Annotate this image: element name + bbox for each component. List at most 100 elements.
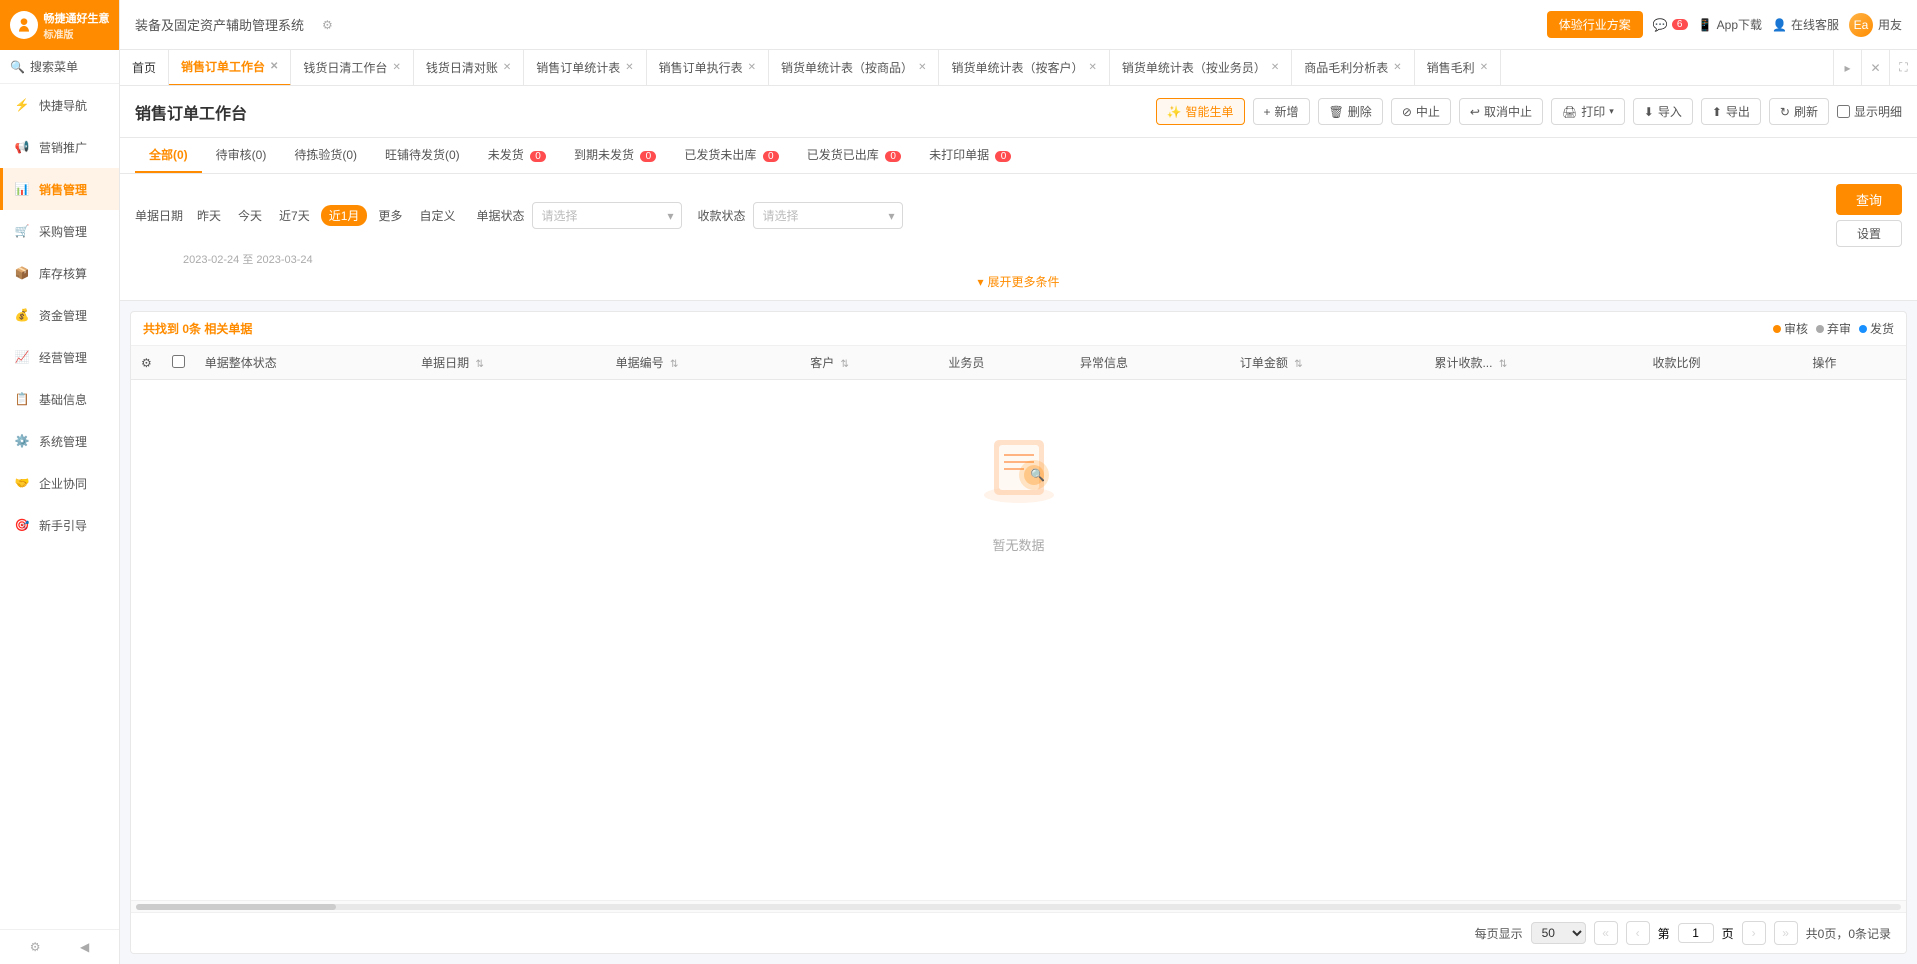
- date-filter-label: 单据日期: [135, 207, 183, 224]
- page-input[interactable]: [1678, 923, 1714, 943]
- pause-btn[interactable]: ⊘ 中止: [1391, 98, 1451, 125]
- date-yesterday[interactable]: 昨天: [191, 205, 227, 226]
- col-date[interactable]: 单据日期 ⇅: [411, 346, 606, 380]
- sub-tab-shipped-out[interactable]: 已发货已出库 0: [793, 138, 915, 173]
- message-btn[interactable]: 💬 6: [1653, 18, 1688, 32]
- sidebar-item-marketing[interactable]: 📢 营销推广: [0, 126, 119, 168]
- tab-sales-stats[interactable]: 销售订单统计表 ✕: [524, 50, 646, 86]
- prev-page-btn[interactable]: ‹: [1626, 921, 1650, 945]
- scrollbar-thumb[interactable]: [136, 904, 336, 910]
- first-page-btn[interactable]: «: [1594, 921, 1618, 945]
- gross-margin-close-icon[interactable]: ✕: [1393, 62, 1401, 73]
- tab-sales-exec[interactable]: 销售订单执行表 ✕: [647, 50, 769, 86]
- date-custom[interactable]: 自定义: [413, 205, 461, 226]
- sidebar-item-basic[interactable]: 📋 基础信息: [0, 378, 119, 420]
- user-area[interactable]: Ea 用友: [1849, 13, 1902, 37]
- cash-daily-close-icon[interactable]: ✕: [392, 62, 400, 73]
- show-detail-toggle[interactable]: 显示明细: [1837, 103, 1902, 120]
- tab-sales-by-customer[interactable]: 销货单统计表（按客户） ✕: [939, 50, 1109, 86]
- select-all-checkbox[interactable]: [172, 355, 185, 368]
- cancel-pause-btn[interactable]: ↩ 取消中止: [1459, 98, 1543, 125]
- smart-generate-btn[interactable]: ✨ 智能生单: [1156, 98, 1245, 125]
- col-settings[interactable]: ⚙: [131, 346, 162, 380]
- sub-tab-all[interactable]: 全部(0): [135, 138, 202, 173]
- sub-tab-pending-check[interactable]: 待拣验货(0): [280, 138, 371, 173]
- sales-stats-close-icon[interactable]: ✕: [625, 62, 633, 73]
- sub-tab-overdue-ship[interactable]: 到期未发货 0: [560, 138, 670, 173]
- date-today[interactable]: 今天: [232, 205, 268, 226]
- sub-tab-pending-review[interactable]: 待审核(0): [202, 138, 281, 173]
- tab-close-all-btn[interactable]: ✕: [1861, 50, 1889, 86]
- sales-exec-close-icon[interactable]: ✕: [748, 62, 756, 73]
- sales-product-close-icon[interactable]: ✕: [918, 62, 926, 73]
- tab-gross-margin[interactable]: 商品毛利分析表 ✕: [1292, 50, 1414, 86]
- expand-btn-label: 展开更多条件: [988, 273, 1060, 290]
- sidebar-item-operations[interactable]: 📈 经营管理: [0, 336, 119, 378]
- delete-btn[interactable]: 🗑 删除: [1318, 98, 1383, 125]
- col-customer-sort-icon: ⇅: [841, 359, 849, 370]
- next-page-btn[interactable]: ›: [1742, 921, 1766, 945]
- sub-tab-not-printed[interactable]: 未打印单据 0: [915, 138, 1025, 173]
- payment-select[interactable]: 请选择 ▾: [753, 202, 903, 229]
- col-number[interactable]: 单据编号 ⇅: [606, 346, 801, 380]
- last-page-btn[interactable]: »: [1774, 921, 1798, 945]
- date-1month[interactable]: 近1月: [321, 205, 368, 226]
- add-btn-label: 新增: [1275, 103, 1299, 120]
- sidebar-item-inventory[interactable]: 📦 库存核算: [0, 252, 119, 294]
- tab-sales-by-product[interactable]: 销货单统计表（按商品） ✕: [769, 50, 939, 86]
- industry-btn[interactable]: 体验行业方案: [1547, 11, 1643, 38]
- sidebar-settings-btn[interactable]: ⚙: [30, 940, 41, 954]
- tab-home[interactable]: 首页: [120, 50, 169, 86]
- settings-icon-header[interactable]: ⚙: [322, 18, 333, 32]
- sub-tab-not-shipped[interactable]: 未发货 0: [474, 138, 560, 173]
- col-amount[interactable]: 订单金额 ⇅: [1230, 346, 1425, 380]
- sidebar-item-system[interactable]: ⚙️ 系统管理: [0, 420, 119, 462]
- status-select[interactable]: 请选择 ▾: [532, 202, 682, 229]
- query-btn[interactable]: 查询: [1836, 184, 1902, 215]
- expand-conditions-btn[interactable]: ▾ 展开更多条件: [977, 273, 1059, 290]
- app-download-btn[interactable]: 📱 App下载: [1698, 16, 1762, 33]
- online-service-btn[interactable]: 👤 在线客服: [1772, 16, 1839, 33]
- sales-workbench-close-icon[interactable]: ✕: [270, 61, 278, 72]
- table-scroll[interactable]: ⚙ 单据整体状态 单据日期 ⇅ 单据编号 ⇅: [131, 346, 1906, 900]
- sidebar-item-search[interactable]: 🔍 搜索菜单: [0, 50, 119, 84]
- show-detail-checkbox[interactable]: [1837, 105, 1850, 118]
- col-customer[interactable]: 客户 ⇅: [800, 346, 938, 380]
- sidebar-item-finance[interactable]: 💰 资金管理: [0, 294, 119, 336]
- page-size-select[interactable]: 50 20 100: [1531, 922, 1586, 944]
- date-more[interactable]: 更多: [372, 205, 408, 226]
- tab-cash-reconcile[interactable]: 钱货日清对账 ✕: [414, 50, 524, 86]
- refresh-btn[interactable]: ↻ 刷新: [1769, 98, 1829, 125]
- tab-cash-daily[interactable]: 钱货日清工作台 ✕: [291, 50, 413, 86]
- tab-fullscreen-btn[interactable]: ⛶: [1889, 50, 1917, 86]
- sidebar-quicknav-label: 快捷导航: [39, 97, 87, 114]
- tab-sales-by-staff[interactable]: 销货单统计表（按业务员） ✕: [1110, 50, 1292, 86]
- export-btn[interactable]: ⬆ 导出: [1701, 98, 1761, 125]
- sidebar-collapse-btn[interactable]: ◀: [80, 940, 89, 954]
- print-btn[interactable]: 🖨 打印 ▾: [1551, 98, 1625, 125]
- add-btn[interactable]: + 新增: [1253, 98, 1310, 125]
- filter-setting-btn[interactable]: 设置: [1836, 220, 1902, 247]
- review-action-btn[interactable]: 审核: [1773, 320, 1808, 337]
- sidebar-item-enterprise[interactable]: 🤝 企业协同: [0, 462, 119, 504]
- horizontal-scrollbar[interactable]: [131, 900, 1906, 912]
- tab-sales-workbench[interactable]: 销售订单工作台 ✕: [169, 50, 291, 86]
- sales-more-close-icon[interactable]: ✕: [1480, 62, 1488, 73]
- ship-action-btn[interactable]: 发货: [1859, 320, 1894, 337]
- import-btn[interactable]: ⬇ 导入: [1633, 98, 1693, 125]
- sidebar-item-sales[interactable]: 📊 销售管理: [0, 168, 119, 210]
- sub-tab-wangpu[interactable]: 旺铺待发货(0): [371, 138, 474, 173]
- sidebar-item-purchase[interactable]: 🛒 采购管理: [0, 210, 119, 252]
- sales-staff-close-icon[interactable]: ✕: [1271, 62, 1279, 73]
- tab-sales-more[interactable]: 销售毛利 ✕: [1415, 50, 1501, 86]
- cash-reconcile-close-icon[interactable]: ✕: [503, 62, 511, 73]
- sidebar-item-guide[interactable]: 🎯 新手引导: [0, 504, 119, 546]
- print-dropdown-icon: ▾: [1609, 106, 1614, 117]
- anti-review-action-btn[interactable]: 弃审: [1816, 320, 1851, 337]
- col-collected[interactable]: 累计收款... ⇅: [1424, 346, 1642, 380]
- sidebar-item-quicknav[interactable]: ⚡ 快捷导航: [0, 84, 119, 126]
- sales-customer-close-icon[interactable]: ✕: [1088, 62, 1096, 73]
- sub-tab-shipped-not-out[interactable]: 已发货未出库 0: [670, 138, 792, 173]
- date-7days[interactable]: 近7天: [273, 205, 316, 226]
- tab-more-btn[interactable]: ▸: [1833, 50, 1861, 86]
